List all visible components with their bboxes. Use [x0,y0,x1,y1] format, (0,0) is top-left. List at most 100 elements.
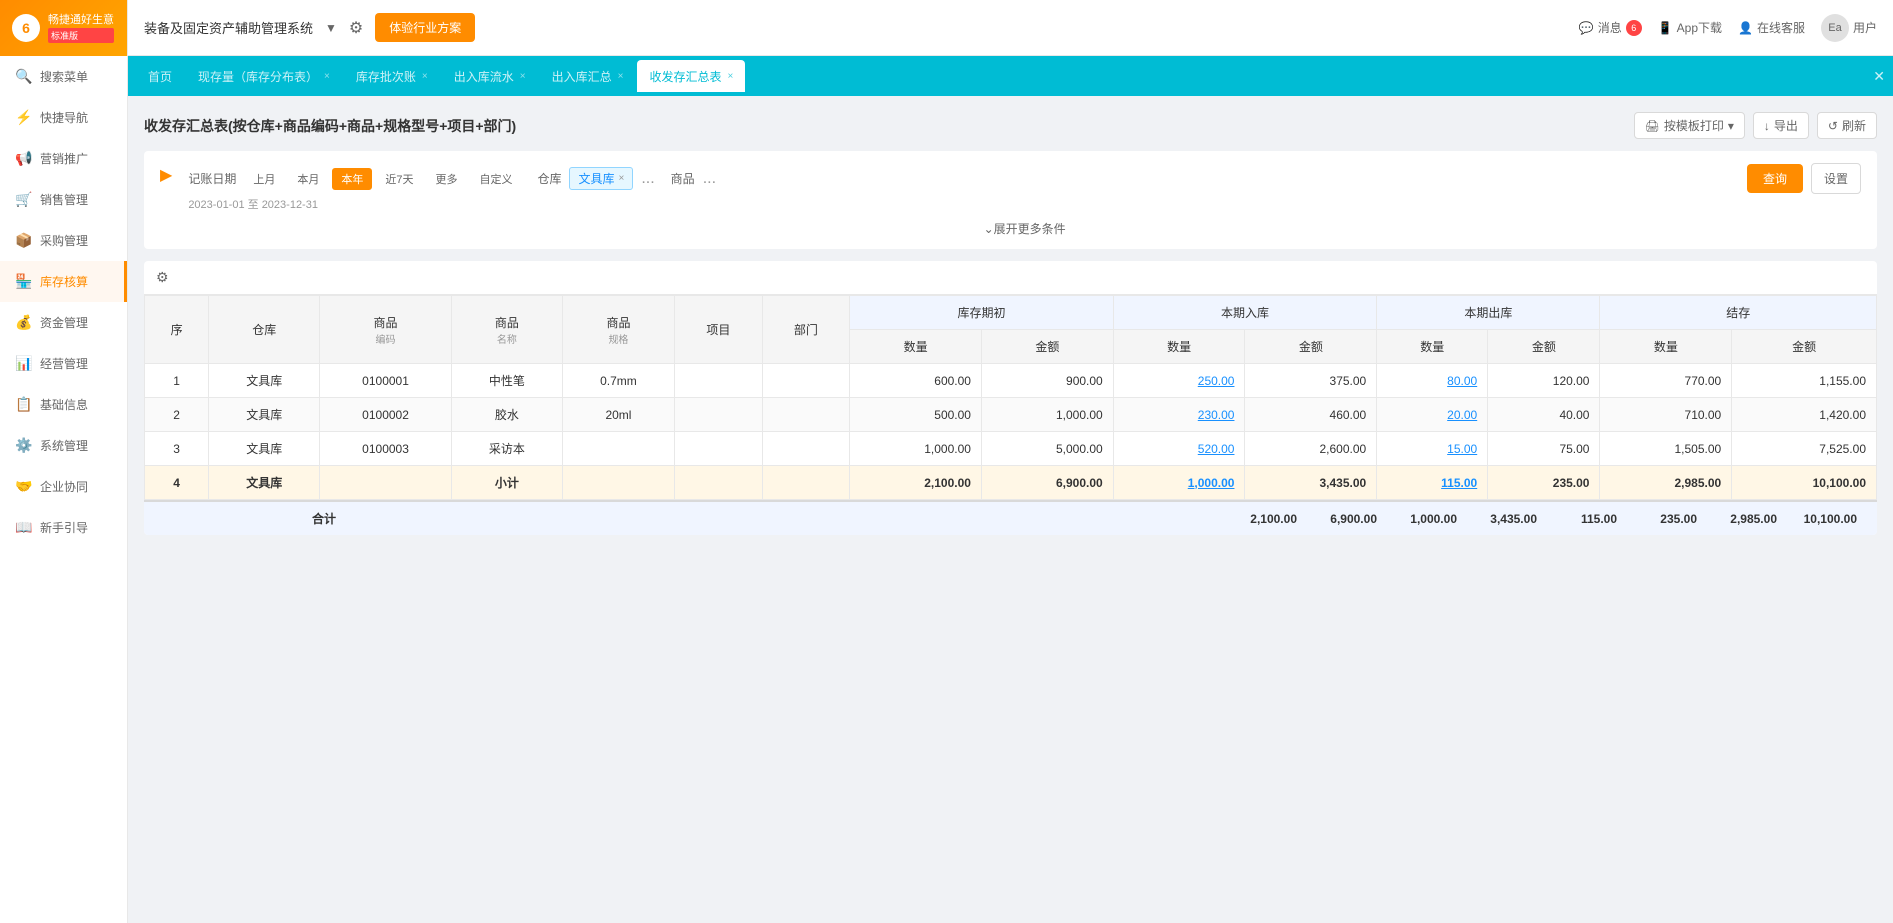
sidebar-item-finance[interactable]: 💰 资金管理 [0,302,127,343]
tab-inout-summary-close[interactable]: × [618,71,624,82]
table-cell: 小计 [451,466,562,500]
sidebar-item-label: 新手引导 [40,519,88,536]
tab-stock-close[interactable]: × [324,71,330,82]
tab-recv-send[interactable]: 收发存汇总表 × [637,60,745,92]
print-icon: 🖨 [1645,119,1660,133]
th-opening-amt: 金额 [981,330,1113,364]
message-item[interactable]: 💬 消息 6 [1579,19,1642,36]
date-btn-this-month[interactable]: 本月 [288,168,328,190]
date-btn-7days[interactable]: 近7天 [376,168,422,190]
warehouse-filter: 仓库 文具库 × ... [537,167,654,190]
settings-button[interactable]: 设置 [1811,163,1861,194]
date-btn-custom[interactable]: 自定义 [470,168,521,190]
enterprise-icon: 🤝 [16,479,32,495]
export-button[interactable]: ↓ 导出 [1753,112,1809,139]
th-project: 项目 [675,296,763,364]
tab-home[interactable]: 首页 [136,60,184,92]
table-row: 2文具库0100002胶水20ml500.001,000.00230.00460… [145,398,1877,432]
tab-stock[interactable]: 现存量（库存分布表） × [186,60,342,92]
message-label: 消息 [1598,19,1622,36]
goods-label: 商品 [671,170,695,187]
avatar: Ea [1821,14,1849,42]
user-item[interactable]: Ea 用户 [1821,14,1877,42]
warehouse-filter-dots[interactable]: ... [641,170,654,188]
tab-batch[interactable]: 库存批次账 × [344,60,440,92]
th-balance: 结存 [1600,296,1877,330]
tab-inout-flow-close[interactable]: × [520,71,526,82]
online-service-label: 在线客服 [1757,19,1805,36]
table-cell: 中性笔 [451,364,562,398]
expand-label: 展开更多条件 [994,220,1066,237]
query-button[interactable]: 查询 [1747,164,1803,193]
table-cell: 375.00 [1245,364,1377,398]
sidebar-item-search[interactable]: 🔍 搜索菜单 [0,56,127,97]
expand-conditions[interactable]: ⌄ 展开更多条件 [188,220,1861,237]
sidebar-item-inventory[interactable]: 🏪 库存核算 [0,261,127,302]
tab-recv-send-label: 收发存汇总表 [649,68,721,85]
table-cell[interactable]: 115.00 [1377,466,1488,500]
sidebar-item-guide[interactable]: 📖 新手引导 [0,507,127,548]
sales-icon: 🛒 [16,192,32,208]
search-icon: 🔍 [16,69,32,85]
date-btn-last-month[interactable]: 上月 [244,168,284,190]
sidebar-item-system[interactable]: ⚙️ 系统管理 [0,425,127,466]
table-cell[interactable]: 15.00 [1377,432,1488,466]
table-cell: 文具库 [209,364,320,398]
table-cell[interactable]: 20.00 [1377,398,1488,432]
goods-filter-dots[interactable]: ... [703,170,716,188]
table-cell: 文具库 [209,432,320,466]
tab-batch-close[interactable]: × [422,71,428,82]
table-cell[interactable]: 250.00 [1113,364,1245,398]
table-cell: 600.00 [850,364,982,398]
table-cell: 20ml [562,398,674,432]
table-cell[interactable]: 230.00 [1113,398,1245,432]
operations-icon: 📊 [16,356,32,372]
table-row: 1文具库0100001中性笔0.7mm600.00900.00250.00375… [145,364,1877,398]
dropdown-arrow-icon: ▼ [325,21,337,35]
sidebar-item-operations[interactable]: 📊 经营管理 [0,343,127,384]
sidebar-item-marketing[interactable]: 📢 营销推广 [0,138,127,179]
th-seq: 序 [145,296,209,364]
top-header: 装备及固定资产辅助管理系统 ▼ ⚙ 体验行业方案 💬 消息 6 📱 App下载 … [128,0,1893,56]
logo-text: 畅捷通好生意 [48,13,114,27]
sidebar-item-sales[interactable]: 🛒 销售管理 [0,179,127,220]
sidebar-item-enterprise[interactable]: 🤝 企业协同 [0,466,127,507]
sidebar-item-quick[interactable]: ⚡ 快捷导航 [0,97,127,138]
trial-button[interactable]: 体验行业方案 [375,13,475,42]
refresh-button[interactable]: ↺ 刷新 [1817,112,1877,139]
online-service-item[interactable]: 👤 在线客服 [1738,19,1805,36]
footer-label: 合计 [154,510,494,527]
table-cell: 500.00 [850,398,982,432]
message-badge: 6 [1626,20,1642,36]
app-download-item[interactable]: 📱 App下载 [1658,19,1722,36]
tab-bar-close-icon[interactable]: ✕ [1873,68,1885,85]
system-dropdown[interactable]: ▼ [325,21,337,35]
app-download-label: App下载 [1677,19,1722,36]
date-btn-more[interactable]: 更多 [426,168,466,190]
tab-inout-flow[interactable]: 出入库流水 × [442,60,538,92]
table-cell[interactable]: 80.00 [1377,364,1488,398]
th-out-qty: 数量 [1377,330,1488,364]
finance-icon: 💰 [16,315,32,331]
warehouse-label: 仓库 [537,170,561,187]
print-button[interactable]: 🖨 按模板打印 ▾ [1634,112,1745,139]
table-cell: 460.00 [1245,398,1377,432]
warehouse-tag-close[interactable]: × [618,173,624,184]
tab-recv-send-close[interactable]: × [727,71,733,82]
tab-home-label: 首页 [148,68,172,85]
table-settings-icon[interactable]: ⚙ [156,269,169,286]
table-cell: 0100002 [320,398,452,432]
sidebar-item-basic[interactable]: 📋 基础信息 [0,384,127,425]
tab-inout-summary[interactable]: 出入库汇总 × [540,60,636,92]
table-cell[interactable]: 520.00 [1113,432,1245,466]
date-btn-this-year[interactable]: 本年 [332,168,372,190]
phone-icon: 📱 [1658,21,1673,35]
date-range: 2023-01-01 至 2023-12-31 [188,196,1861,212]
table-cell[interactable]: 1,000.00 [1113,466,1245,500]
filter-toggle-icon[interactable]: ▶ [160,165,172,185]
date-filter: 记账日期 上月 本月 本年 近7天 更多 自定义 [188,168,521,190]
settings-icon[interactable]: ⚙ [349,18,363,38]
tab-stock-label: 现存量（库存分布表） [198,68,318,85]
sidebar-item-label: 企业协同 [40,478,88,495]
sidebar-item-purchase[interactable]: 📦 采购管理 [0,220,127,261]
